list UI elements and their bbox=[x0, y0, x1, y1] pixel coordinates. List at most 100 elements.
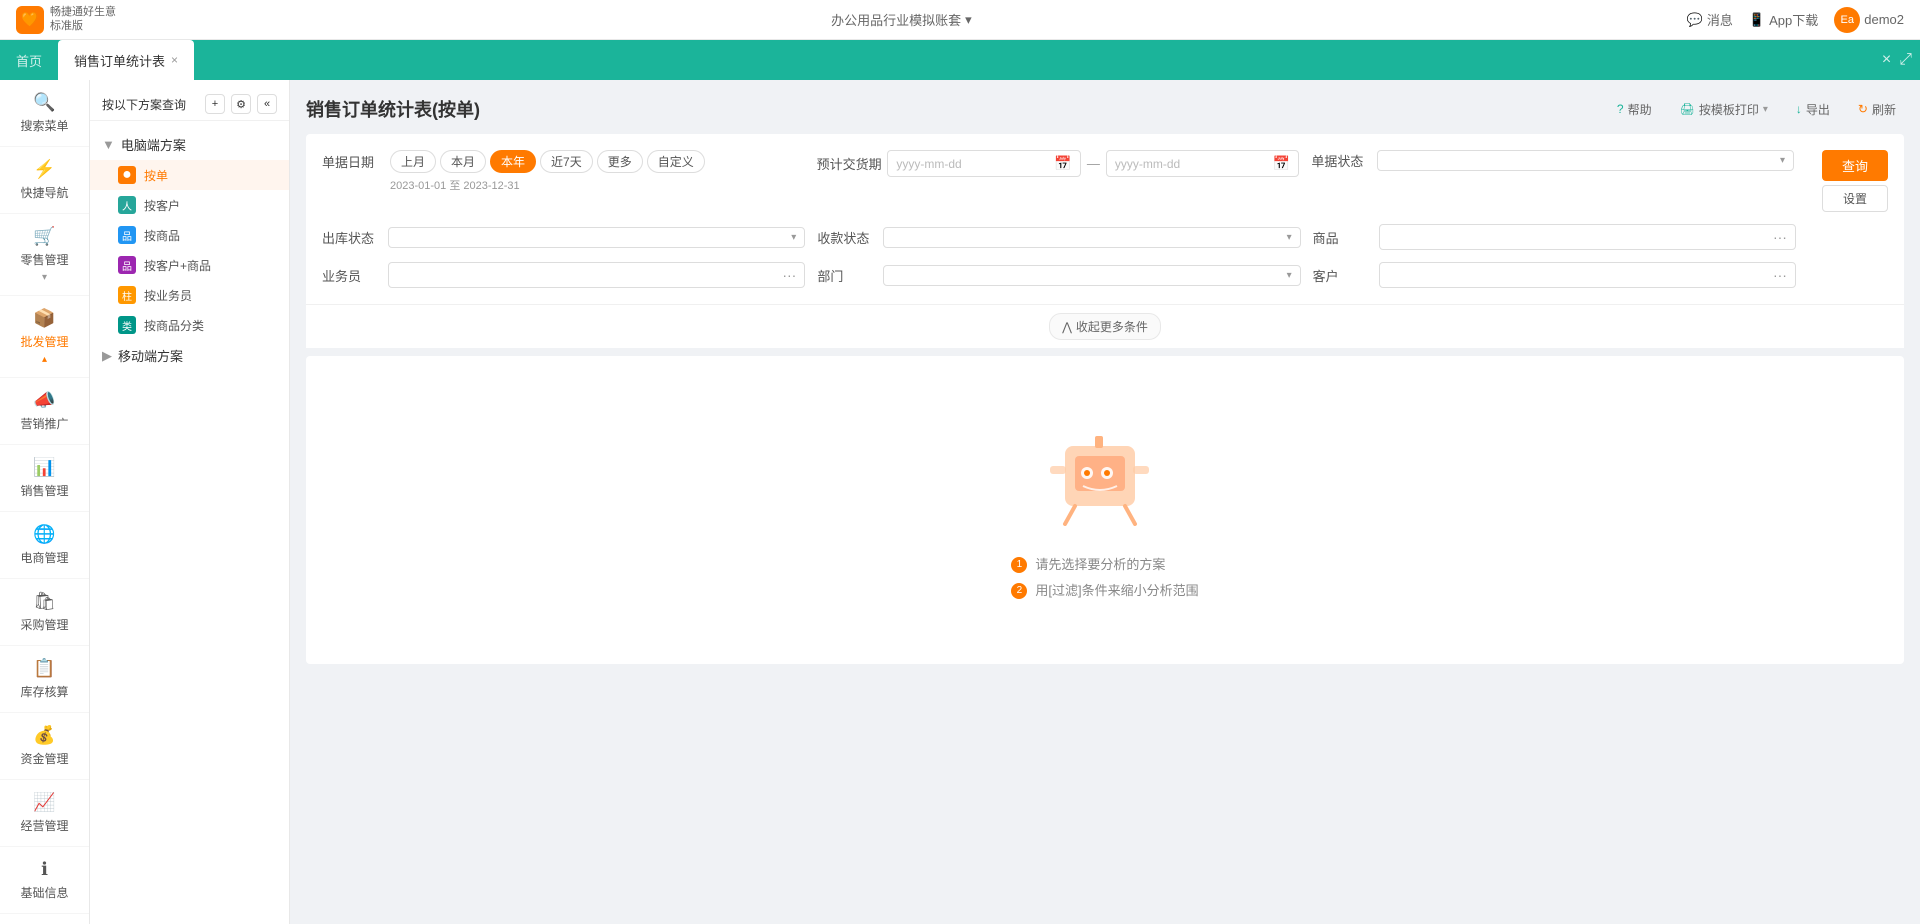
tab-home[interactable]: 首页 bbox=[0, 40, 58, 80]
template-print-btn[interactable]: 🖨 按模板打印 ▾ bbox=[1672, 97, 1776, 122]
download-icon: 📱 bbox=[1749, 12, 1765, 28]
tree-child-by-order[interactable]: ● 按单 bbox=[90, 160, 289, 190]
app-download-btn[interactable]: 📱 App下载 bbox=[1749, 10, 1818, 29]
sidebar-item-finance[interactable]: 💰 资金管理 bbox=[0, 713, 89, 780]
date-btn-last-month[interactable]: 上月 bbox=[390, 150, 436, 173]
message-btn[interactable]: 💬 消息 bbox=[1687, 10, 1733, 29]
goods-label: 商品 bbox=[1313, 228, 1373, 247]
tree-child-by-goods-cat[interactable]: 类 按商品分类 bbox=[90, 310, 289, 340]
query-button[interactable]: 查询 bbox=[1822, 150, 1888, 181]
date-btn-this-year[interactable]: 本年 bbox=[490, 150, 536, 173]
tab-maximize-icon[interactable]: ⤢ bbox=[1899, 51, 1912, 69]
sidebar-item-retail[interactable]: 🛒 零售管理 ▾ bbox=[0, 214, 89, 296]
sidebar-item-quick-nav[interactable]: ⚡ 快捷导航 bbox=[0, 147, 89, 214]
page-actions: ? 帮助 🖨 按模板打印 ▾ ↓ 导出 ↻ 刷新 bbox=[1609, 97, 1904, 122]
ecommerce-icon: 🌐 bbox=[33, 524, 55, 545]
dept-select[interactable]: ▾ bbox=[883, 265, 1300, 286]
export-btn[interactable]: ↓ 导出 bbox=[1788, 97, 1838, 122]
finance-icon: 💰 bbox=[33, 725, 55, 746]
sidebar-item-system[interactable]: ⚙ 系统管理 bbox=[0, 914, 89, 924]
sidebar-item-sales[interactable]: 📊 销售管理 bbox=[0, 445, 89, 512]
goods-field-input[interactable] bbox=[1388, 230, 1769, 244]
tree-parent-pc[interactable]: ▼ 电脑端方案 bbox=[90, 129, 289, 160]
retail-dropdown-icon: ▾ bbox=[42, 272, 47, 283]
tree-section-pc: ▼ 电脑端方案 ● 按单 人 按客户 品 按商品 品 按客户+商品 bbox=[90, 125, 289, 375]
date-btn-this-month[interactable]: 本月 bbox=[440, 150, 486, 173]
app-name-area[interactable]: 办公用品行业模拟账套 ▾ bbox=[831, 10, 972, 29]
settings-icon: ⚙ bbox=[236, 98, 246, 111]
tree-child-by-customer[interactable]: 人 按客户 bbox=[90, 190, 289, 220]
date-btn-custom[interactable]: 自定义 bbox=[647, 150, 705, 173]
expected-date-field: 预计交货期 📅 — 📅 bbox=[817, 150, 1300, 177]
sidebar-item-search-menu[interactable]: 🔍 搜索菜单 bbox=[0, 80, 89, 147]
receipt-status-select[interactable]: ▾ bbox=[883, 227, 1300, 248]
calendar-end-icon[interactable]: 📅 bbox=[1273, 155, 1290, 172]
left-panel: 按以下方案查询 + ⚙ « ▼ 电脑端方案 bbox=[90, 80, 290, 924]
sidebar-item-basic[interactable]: ℹ 基础信息 bbox=[0, 847, 89, 914]
goods-field: 商品 ··· bbox=[1313, 224, 1796, 250]
expected-date-end-input[interactable]: 📅 bbox=[1106, 150, 1300, 177]
customer-input[interactable]: ··· bbox=[1379, 262, 1796, 288]
sidebar-item-ecommerce[interactable]: 🌐 电商管理 bbox=[0, 512, 89, 579]
empty-tip-2: 2 用[过滤]条件来缩小分析范围 bbox=[1011, 578, 1198, 604]
salesperson-field-input[interactable] bbox=[397, 268, 778, 282]
customer-field-input[interactable] bbox=[1388, 268, 1769, 282]
collapse-panel-btn[interactable]: « bbox=[257, 94, 277, 114]
tree-child-by-customer-goods[interactable]: 品 按客户+商品 bbox=[90, 250, 289, 280]
collapse-button[interactable]: ⋀ 收起更多条件 bbox=[1049, 313, 1161, 340]
tab-close-icon[interactable]: × bbox=[171, 53, 178, 67]
date-range-display: 2023-01-01 至 2023-12-31 bbox=[390, 177, 805, 193]
message-icon: 💬 bbox=[1687, 12, 1703, 28]
ship-status-label: 出库状态 bbox=[322, 228, 382, 247]
salesperson-input[interactable]: ··· bbox=[388, 262, 805, 288]
sidebar-item-operation[interactable]: 📈 经营管理 bbox=[0, 780, 89, 847]
expected-date-end-field[interactable] bbox=[1115, 157, 1269, 171]
logo-text: 畅捷通好生意 标准版 bbox=[50, 6, 116, 32]
expected-date-start-input[interactable]: 📅 bbox=[887, 150, 1081, 177]
by-order-icon: ● bbox=[118, 166, 136, 184]
collapse-icon: « bbox=[264, 98, 270, 110]
date-separator: — bbox=[1087, 156, 1100, 171]
tree-parent-mobile[interactable]: ▶ 移动端方案 bbox=[90, 340, 289, 371]
tab-sales-order[interactable]: 销售订单统计表 × bbox=[58, 40, 194, 80]
logo-icon: 🧡 bbox=[16, 6, 44, 34]
quick-nav-icon: ⚡ bbox=[33, 159, 55, 180]
date-btn-7days[interactable]: 近7天 bbox=[540, 150, 593, 173]
sales-icon: 📊 bbox=[33, 457, 55, 478]
salesperson-more-dots[interactable]: ··· bbox=[782, 267, 796, 283]
sidebar-item-purchase[interactable]: 🛍 采购管理 bbox=[0, 579, 89, 646]
tip-num-1: 1 bbox=[1011, 557, 1027, 573]
tree-child-by-goods[interactable]: 品 按商品 bbox=[90, 220, 289, 250]
date-btn-more[interactable]: 更多 bbox=[597, 150, 643, 173]
scheme-settings-btn[interactable]: ⚙ bbox=[231, 94, 251, 114]
goods-more-dots[interactable]: ··· bbox=[1773, 229, 1787, 245]
user-area[interactable]: Ea demo2 bbox=[1834, 7, 1904, 33]
operation-icon: 📈 bbox=[33, 792, 55, 813]
customer-more-dots[interactable]: ··· bbox=[1773, 267, 1787, 283]
filter-inner: 单据日期 上月 本月 本年 近7天 更多 自定义 2023 bbox=[306, 134, 1904, 304]
left-panel-icons: + ⚙ « bbox=[205, 94, 277, 114]
marketing-icon: 📣 bbox=[33, 390, 55, 411]
calendar-start-icon[interactable]: 📅 bbox=[1054, 155, 1071, 172]
dropdown-icon[interactable]: ▾ bbox=[965, 12, 972, 28]
goods-input[interactable]: ··· bbox=[1379, 224, 1796, 250]
tab-minimize-icon[interactable]: × bbox=[1882, 51, 1891, 69]
tree-child-by-salesperson[interactable]: 柱 按业务员 bbox=[90, 280, 289, 310]
expected-date-start-field[interactable] bbox=[896, 157, 1050, 171]
sidebar-item-inventory[interactable]: 📋 库存核算 bbox=[0, 646, 89, 713]
add-scheme-btn[interactable]: + bbox=[205, 94, 225, 114]
settings-button[interactable]: 设置 bbox=[1822, 185, 1888, 212]
sidebar-item-wholesale[interactable]: 📦 批发管理 ▴ bbox=[0, 296, 89, 378]
print-dropdown-icon: ▾ bbox=[1763, 104, 1768, 115]
refresh-btn[interactable]: ↻ 刷新 bbox=[1850, 97, 1904, 122]
receipt-status-label: 收款状态 bbox=[817, 228, 877, 247]
filter-section: 单据日期 上月 本月 本年 近7天 更多 自定义 2023 bbox=[306, 134, 1904, 348]
sidebar-item-marketing[interactable]: 📣 营销推广 bbox=[0, 378, 89, 445]
right-content: 销售订单统计表(按单) ? 帮助 🖨 按模板打印 ▾ ↓ 导出 bbox=[290, 80, 1920, 924]
ship-status-select[interactable]: ▾ bbox=[388, 227, 805, 248]
doc-status-select[interactable]: ▾ bbox=[1377, 150, 1794, 171]
print-icon: 🖨 bbox=[1680, 102, 1695, 116]
page-title-area: 销售订单统计表(按单) ? 帮助 🖨 按模板打印 ▾ ↓ 导出 bbox=[306, 96, 1904, 122]
wholesale-icon: 📦 bbox=[33, 308, 55, 329]
help-btn[interactable]: ? 帮助 bbox=[1609, 97, 1660, 122]
